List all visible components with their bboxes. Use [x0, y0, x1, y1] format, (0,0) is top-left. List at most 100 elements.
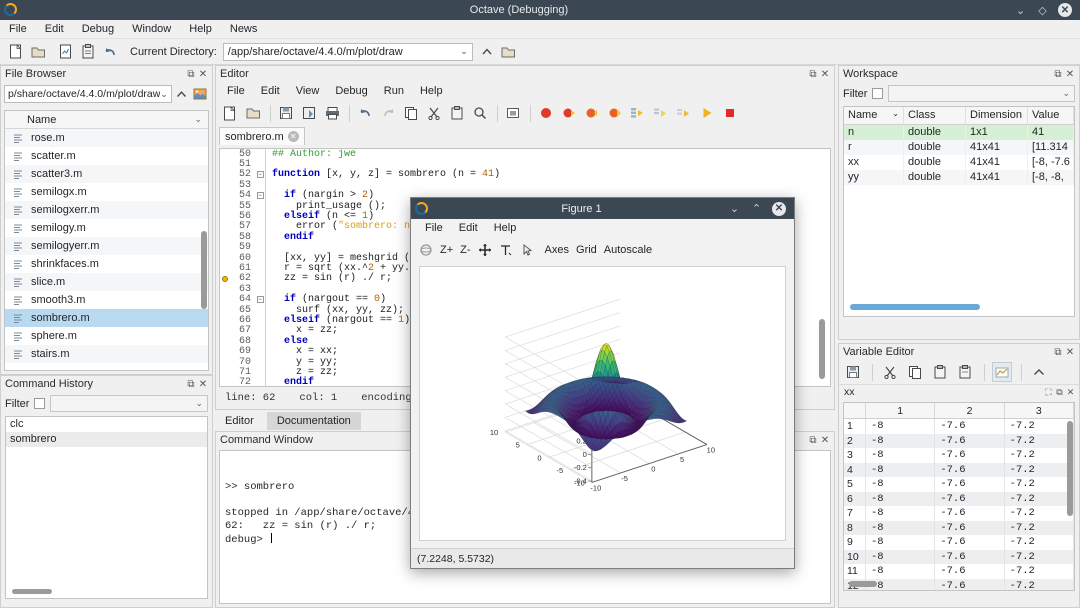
browse-directory-icon[interactable]: [499, 42, 519, 62]
breakpoint-icon[interactable]: [220, 276, 229, 282]
cell-value[interactable]: -7.6: [935, 477, 1004, 492]
table-row[interactable]: 7-8-7.6-7.2: [844, 506, 1074, 521]
list-item[interactable]: rose.m: [5, 129, 208, 147]
menu-help[interactable]: Help: [180, 20, 221, 39]
table-row[interactable]: yydouble41x41[-8, -8,: [844, 170, 1074, 185]
menu-edit[interactable]: Edit: [36, 20, 73, 39]
paste-table-icon[interactable]: [955, 362, 975, 382]
stop-icon[interactable]: [720, 103, 740, 123]
cell-value[interactable]: -7.2: [1005, 463, 1074, 478]
chevron-down-icon[interactable]: ⌄: [460, 46, 468, 57]
file-list-column-header[interactable]: Name ⌄: [5, 111, 208, 129]
cell-value[interactable]: -7.2: [1005, 579, 1074, 592]
cut-icon[interactable]: [880, 362, 900, 382]
table-row[interactable]: 2-8-7.6-7.2: [844, 434, 1074, 449]
expand-icon[interactable]: ⛶: [1043, 387, 1054, 398]
paste-icon[interactable]: [930, 362, 950, 382]
redo-icon[interactable]: [378, 103, 398, 123]
undock-icon[interactable]: ⧉: [807, 435, 819, 446]
cell-value[interactable]: -8: [866, 448, 935, 463]
cell-value[interactable]: -7.2: [1005, 521, 1074, 536]
copy-icon[interactable]: [401, 103, 421, 123]
tab-documentation[interactable]: Documentation: [267, 412, 361, 430]
cell-value[interactable]: -8: [866, 463, 935, 478]
cell-value[interactable]: -8: [866, 521, 935, 536]
workspace-scrollbar[interactable]: [850, 304, 980, 310]
cell-value[interactable]: -8: [866, 434, 935, 449]
list-item[interactable]: stairs.m: [5, 345, 208, 363]
cell-value[interactable]: -7.6: [935, 492, 1004, 507]
close-tab-icon[interactable]: ✕: [288, 131, 299, 142]
close-icon[interactable]: ✕: [772, 202, 786, 216]
close-panel-icon[interactable]: ✕: [197, 69, 209, 80]
command-history-scrollbar[interactable]: [12, 589, 52, 594]
current-directory-input[interactable]: /app/share/octave/4.4.0/m/plot/draw ⌄: [223, 43, 473, 61]
new-figure-icon[interactable]: [56, 42, 76, 62]
cell-value[interactable]: -7.6: [935, 434, 1004, 449]
column-header-3[interactable]: 3: [1005, 403, 1074, 418]
figure-menu-file[interactable]: File: [417, 219, 451, 238]
chevron-down-icon[interactable]: ⌄: [160, 89, 168, 100]
fold-toggle-icon[interactable]: −: [255, 296, 265, 303]
up-directory-icon[interactable]: [175, 84, 188, 104]
menu-window[interactable]: Window: [123, 20, 180, 39]
open-file-icon[interactable]: [28, 42, 48, 62]
undo-icon[interactable]: [100, 42, 120, 62]
table-row[interactable]: 5-8-7.6-7.2: [844, 477, 1074, 492]
undock-icon[interactable]: ⧉: [1052, 69, 1064, 80]
editor-menu-debug[interactable]: Debug: [327, 82, 375, 100]
axes-button[interactable]: Axes: [545, 244, 569, 256]
table-row[interactable]: ndouble1x141: [844, 125, 1074, 140]
toggle-bookmark-icon[interactable]: [503, 103, 523, 123]
tab-editor[interactable]: Editor: [215, 412, 264, 430]
list-item[interactable]: sombrero.m: [5, 309, 208, 327]
editor-menu-edit[interactable]: Edit: [253, 82, 288, 100]
cell-value[interactable]: -7.2: [1005, 434, 1074, 449]
cell-value[interactable]: -7.6: [935, 448, 1004, 463]
list-item[interactable]: scatter3.m: [5, 165, 208, 183]
figure-menu-edit[interactable]: Edit: [451, 219, 486, 238]
column-header-dimension[interactable]: Dimension: [966, 107, 1028, 124]
cell-value[interactable]: -7.2: [1005, 506, 1074, 521]
cut-icon[interactable]: [424, 103, 444, 123]
up-icon[interactable]: [1029, 362, 1049, 382]
up-directory-icon[interactable]: [477, 42, 497, 62]
filter-input[interactable]: ⌄: [50, 395, 208, 412]
chevron-down-icon[interactable]: ⌄: [194, 114, 202, 125]
column-header-name[interactable]: Name ⌄: [844, 107, 904, 124]
cell-value[interactable]: -7.6: [935, 564, 1004, 579]
list-item[interactable]: slice.m: [5, 273, 208, 291]
table-row[interactable]: 1-8-7.6-7.2: [844, 419, 1074, 434]
list-item[interactable]: shrinkfaces.m: [5, 255, 208, 273]
cell-value[interactable]: -7.6: [935, 550, 1004, 565]
clipboard-icon[interactable]: [78, 42, 98, 62]
table-row[interactable]: xxdouble41x41[-8, -7.6: [844, 155, 1074, 170]
menu-debug[interactable]: Debug: [73, 20, 123, 39]
list-item[interactable]: smooth3.m: [5, 291, 208, 309]
table-row[interactable]: rdouble41x41[11.314: [844, 140, 1074, 155]
list-item[interactable]: scatter.m: [5, 147, 208, 165]
close-panel-icon[interactable]: ✕: [197, 379, 209, 390]
new-script-icon[interactable]: [6, 42, 26, 62]
editor-menu-help[interactable]: Help: [412, 82, 451, 100]
cell-value[interactable]: -7.2: [1005, 550, 1074, 565]
cell-value[interactable]: -8: [866, 535, 935, 550]
list-item[interactable]: semilogx.m: [5, 183, 208, 201]
undock-icon[interactable]: ⧉: [1054, 387, 1065, 398]
filter-checkbox[interactable]: [872, 88, 883, 99]
minimize-icon[interactable]: ⌄: [728, 202, 741, 215]
plot-icon[interactable]: [992, 362, 1012, 382]
step-into-icon[interactable]: [651, 103, 671, 123]
filter-input[interactable]: ⌄: [888, 85, 1075, 102]
editor-scrollbar[interactable]: [819, 319, 825, 379]
close-panel-icon[interactable]: ✕: [819, 69, 831, 80]
fold-toggle-icon[interactable]: −: [255, 192, 265, 199]
variable-grid-scrollbar[interactable]: [1067, 421, 1073, 516]
code-line[interactable]: 53: [220, 180, 830, 190]
variable-grid[interactable]: 1 2 3 1-8-7.6-7.22-8-7.6-7.23-8-7.6-7.24…: [843, 402, 1075, 591]
autoscale-button[interactable]: Autoscale: [604, 244, 652, 256]
copy-icon[interactable]: [905, 362, 925, 382]
table-row[interactable]: 3-8-7.6-7.2: [844, 448, 1074, 463]
table-row[interactable]: 11-8-7.6-7.2: [844, 564, 1074, 579]
cell-value[interactable]: -8: [866, 419, 935, 434]
